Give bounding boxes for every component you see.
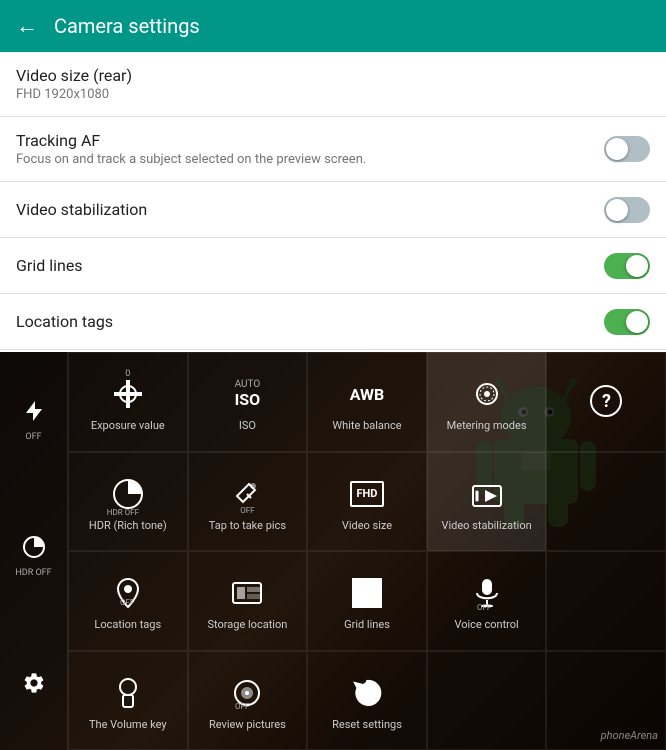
- help-button[interactable]: ?: [546, 352, 666, 452]
- awb-text: AWB: [350, 385, 385, 404]
- iso-icon: AUTO ISO: [226, 373, 268, 415]
- reset-item-icon: [346, 672, 388, 714]
- volume-item-label: The Volume key: [89, 718, 167, 731]
- hdr-item-button[interactable]: HDR OFF HDR (Rich tone): [68, 452, 188, 552]
- video-size-item-icon: FHD: [346, 473, 388, 515]
- tap-shoot-icon: OFF: [226, 473, 268, 515]
- location-item-button[interactable]: OFF Location tags: [68, 551, 188, 651]
- settings-item-grid-lines[interactable]: Grid lines: [0, 238, 666, 294]
- header: ← Camera settings: [0, 0, 666, 52]
- exposure-icon: 0: [107, 373, 149, 415]
- awb-button[interactable]: AWB White balance: [307, 352, 427, 452]
- flash-button[interactable]: OFF: [22, 399, 46, 442]
- metering-icon: [466, 373, 508, 415]
- flash-icon: [22, 399, 46, 429]
- grid-lines-toggle[interactable]: [604, 253, 650, 279]
- video-stab-item-label: Video stabilization: [441, 519, 531, 532]
- video-size-label: Video size (rear): [16, 66, 650, 85]
- settings-item-video-stab[interactable]: Video stabilization: [0, 182, 666, 238]
- review-item-icon: OFF: [226, 672, 268, 714]
- hdr-badge: HDR OFF: [107, 508, 139, 517]
- iso-badge-auto: AUTO: [235, 379, 261, 390]
- tracking-af-sublabel: Focus on and track a subject selected on…: [16, 152, 604, 167]
- hdr-item-label: HDR (Rich tone): [89, 519, 167, 532]
- left-strip: OFF HDR OFF: [0, 352, 68, 750]
- storage-item-button[interactable]: Storage location: [188, 551, 308, 651]
- grid-lines-label: Grid lines: [16, 256, 604, 275]
- grid-item-label: Grid lines: [344, 618, 390, 631]
- video-size-item-button[interactable]: FHD Video size: [307, 452, 427, 552]
- awb-icon: AWB: [346, 373, 388, 415]
- storage-item-icon: [226, 572, 268, 614]
- volume-item-button[interactable]: The Volume key: [68, 651, 188, 750]
- metering-button[interactable]: Metering modes: [427, 352, 547, 452]
- metering-label: Metering modes: [447, 419, 527, 432]
- flash-label: OFF: [25, 432, 41, 442]
- reset-item-label: Reset settings: [332, 718, 402, 731]
- hdr-item-icon: HDR OFF: [107, 473, 149, 515]
- help-icon: ?: [585, 380, 627, 422]
- svg-text:OFF: OFF: [120, 598, 135, 607]
- tap-badge: OFF: [240, 506, 254, 515]
- exposure-label: Exposure value: [91, 419, 165, 432]
- empty-1: [546, 452, 666, 552]
- iso-text: ISO: [235, 390, 261, 409]
- grid-item-icon: [346, 572, 388, 614]
- location-tags-label: Location tags: [16, 312, 604, 331]
- video-stab-item-icon: [466, 473, 508, 515]
- review-item-label: Review pictures: [209, 718, 286, 731]
- video-size-item-label: Video size: [342, 519, 392, 532]
- voice-item-icon: OFF: [466, 572, 508, 614]
- settings-left-icon: [22, 671, 46, 701]
- tracking-af-label: Tracking AF: [16, 131, 604, 150]
- page-title: Camera settings: [54, 14, 200, 38]
- settings-left-button[interactable]: [22, 671, 46, 704]
- location-item-label: Location tags: [94, 618, 161, 631]
- video-stab-toggle[interactable]: [604, 197, 650, 223]
- video-stab-item-button[interactable]: Video stabilization: [427, 452, 547, 552]
- exposure-badge: 0: [125, 369, 130, 379]
- empty-2: [546, 551, 666, 651]
- video-size-sublabel: FHD 1920x1080: [16, 87, 650, 102]
- hdr-left-icon: [22, 535, 46, 565]
- exposure-button[interactable]: 0 Exposure value: [68, 352, 188, 452]
- tracking-af-toggle[interactable]: [604, 136, 650, 162]
- iso-button[interactable]: AUTO ISO ISO: [188, 352, 308, 452]
- empty-3: [427, 651, 547, 750]
- voice-item-label: Voice control: [454, 618, 518, 631]
- back-button[interactable]: ←: [16, 13, 38, 39]
- svg-text:?: ?: [602, 391, 611, 412]
- volume-item-icon: [107, 672, 149, 714]
- review-item-button[interactable]: OFF Review pictures: [188, 651, 308, 750]
- settings-item-video-size[interactable]: Video size (rear) FHD 1920x1080: [0, 52, 666, 117]
- location-item-icon: OFF: [107, 572, 149, 614]
- tap-shoot-label: Tap to take pics: [209, 519, 286, 532]
- quick-settings-grid: 0 Exposure value AUTO ISO ISO AWB White …: [68, 352, 666, 750]
- storage-item-label: Storage location: [207, 618, 287, 631]
- settings-item-tracking-af[interactable]: Tracking AF Focus on and track a subject…: [0, 117, 666, 182]
- svg-text:OFF: OFF: [235, 702, 250, 711]
- settings-item-location-tags[interactable]: Location tags: [0, 294, 666, 350]
- svg-text:OFF: OFF: [477, 603, 492, 611]
- iso-label: ISO: [239, 419, 256, 432]
- awb-label: White balance: [332, 419, 401, 432]
- voice-item-button[interactable]: OFF Voice control: [427, 551, 547, 651]
- grid-item-button[interactable]: Grid lines: [307, 551, 427, 651]
- location-tags-toggle[interactable]: [604, 309, 650, 335]
- hdr-left-button[interactable]: HDR OFF: [15, 535, 51, 578]
- watermark: phoneArena: [601, 729, 658, 742]
- hdr-left-label: HDR OFF: [15, 568, 51, 578]
- reset-item-button[interactable]: Reset settings: [307, 651, 427, 750]
- video-stab-label: Video stabilization: [16, 200, 604, 219]
- tap-shoot-button[interactable]: OFF Tap to take pics: [188, 452, 308, 552]
